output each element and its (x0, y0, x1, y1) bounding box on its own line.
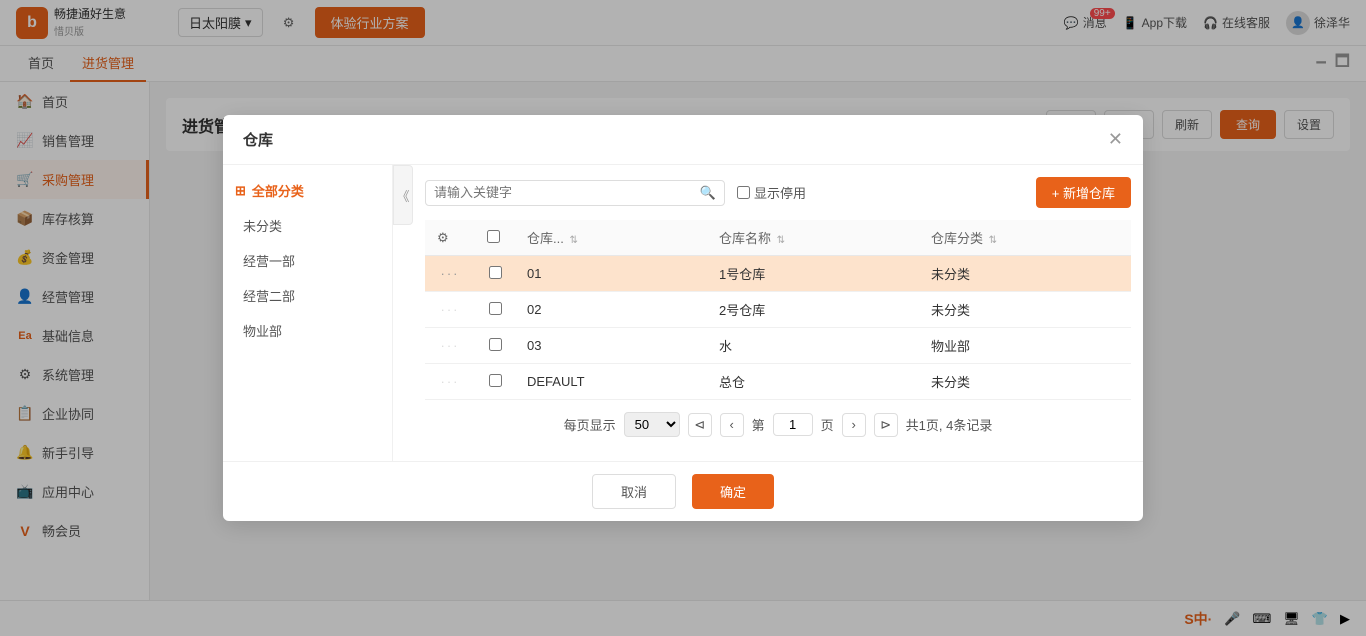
row-code: 03 (515, 328, 707, 364)
table-row[interactable]: ··· DEFAULT 总仓 未分类 (425, 364, 1131, 400)
dialog-header: 仓库 ✕ (223, 115, 1143, 165)
search-icon[interactable]: 🔍 (700, 185, 716, 201)
table-container: ⚙ 仓库... ⇅ 仓库名称 ⇅ (425, 220, 1131, 400)
row-actions: ··· (425, 328, 475, 364)
search-box: 🔍 (425, 180, 725, 206)
cancel-button[interactable]: 取消 (592, 474, 676, 509)
th-settings: ⚙ (425, 220, 475, 256)
table-head: ⚙ 仓库... ⇅ 仓库名称 ⇅ (425, 220, 1131, 256)
table-body: ··· 01 1号仓库 未分类 ··· 02 2号 (425, 256, 1131, 400)
table-area: 🔍 显示停用 + 新增仓库 ⚙ (413, 165, 1143, 461)
row-category: 未分类 (919, 292, 1131, 328)
row-category: 未分类 (919, 364, 1131, 400)
row-name: 水 (707, 328, 919, 364)
last-page-button[interactable]: ⊳ (874, 413, 898, 437)
search-input[interactable] (434, 185, 696, 200)
category-item-dept1[interactable]: 经营一部 (223, 243, 392, 278)
warehouse-dialog: 仓库 ✕ ⊞ 全部分类 未分类 经营一部 经营二部 物业部 《 (223, 115, 1143, 521)
row-actions: ··· (425, 256, 475, 292)
dialog-overlay: 仓库 ✕ ⊞ 全部分类 未分类 经营一部 经营二部 物业部 《 (0, 0, 1366, 636)
row-checkbox[interactable] (489, 338, 502, 351)
category-collapse-button[interactable]: 《 (393, 165, 413, 225)
total-info: 共1页, 4条记录 (906, 415, 993, 434)
row-checkbox-cell (475, 364, 515, 400)
row-checkbox[interactable] (489, 266, 502, 279)
show-disabled-label[interactable]: 显示停用 (737, 183, 806, 202)
row-checkbox[interactable] (489, 302, 502, 315)
row-code: 01 (515, 256, 707, 292)
add-warehouse-button[interactable]: + 新增仓库 (1036, 177, 1131, 208)
per-page-select: 50 100 (624, 412, 680, 437)
page-label-pre: 第 (752, 415, 765, 434)
category-item-dept2[interactable]: 经营二部 (223, 278, 392, 313)
row-checkbox-cell (475, 256, 515, 292)
row-actions: ··· (425, 292, 475, 328)
category-item-property[interactable]: 物业部 (223, 313, 392, 348)
th-category: 仓库分类 ⇅ (919, 220, 1131, 256)
row-actions: ··· (425, 364, 475, 400)
table-row[interactable]: ··· 01 1号仓库 未分类 (425, 256, 1131, 292)
pagination: 每页显示 50 100 ⊲ ‹ 第 页 › ⊳ 共1页, 4条记录 (425, 400, 1131, 449)
gear-icon: ⚙ (437, 230, 449, 245)
select-all-checkbox[interactable] (487, 230, 500, 243)
prev-page-button[interactable]: ‹ (720, 413, 744, 437)
row-category: 物业部 (919, 328, 1131, 364)
confirm-button[interactable]: 确定 (692, 474, 774, 509)
row-name: 1号仓库 (707, 256, 919, 292)
page-number-input[interactable] (773, 413, 813, 436)
next-page-button[interactable]: › (842, 413, 866, 437)
th-name: 仓库名称 ⇅ (707, 220, 919, 256)
dialog-footer: 取消 确定 (223, 461, 1143, 521)
table-toolbar: 🔍 显示停用 + 新增仓库 (425, 177, 1131, 208)
dialog-title: 仓库 (243, 129, 273, 150)
grid-icon: ⊞ (235, 183, 246, 199)
sort-icon-code: ⇅ (569, 235, 577, 246)
th-code: 仓库... ⇅ (515, 220, 707, 256)
row-code: DEFAULT (515, 364, 707, 400)
dialog-body: ⊞ 全部分类 未分类 经营一部 经营二部 物业部 《 🔍 (223, 165, 1143, 461)
row-name: 2号仓库 (707, 292, 919, 328)
category-item-unclassified[interactable]: 未分类 (223, 208, 392, 243)
category-sidebar: ⊞ 全部分类 未分类 经营一部 经营二部 物业部 (223, 165, 393, 461)
page-label-post: 页 (821, 415, 834, 434)
per-page-dropdown[interactable]: 50 100 (624, 412, 680, 437)
row-checkbox[interactable] (489, 374, 502, 387)
category-all[interactable]: ⊞ 全部分类 (223, 173, 392, 208)
row-checkbox-cell (475, 328, 515, 364)
sort-icon-category: ⇅ (989, 235, 997, 246)
row-category: 未分类 (919, 256, 1131, 292)
dialog-close-button[interactable]: ✕ (1108, 129, 1123, 150)
row-name: 总仓 (707, 364, 919, 400)
row-code: 02 (515, 292, 707, 328)
table-header-row: ⚙ 仓库... ⇅ 仓库名称 ⇅ (425, 220, 1131, 256)
first-page-button[interactable]: ⊲ (688, 413, 712, 437)
table-row[interactable]: ··· 03 水 物业部 (425, 328, 1131, 364)
table-row[interactable]: ··· 02 2号仓库 未分类 (425, 292, 1131, 328)
sort-icon-name: ⇅ (777, 235, 785, 246)
row-checkbox-cell (475, 292, 515, 328)
warehouse-table: ⚙ 仓库... ⇅ 仓库名称 ⇅ (425, 220, 1131, 400)
per-page-label: 每页显示 (564, 415, 616, 434)
show-disabled-checkbox[interactable] (737, 186, 750, 199)
th-checkbox (475, 220, 515, 256)
